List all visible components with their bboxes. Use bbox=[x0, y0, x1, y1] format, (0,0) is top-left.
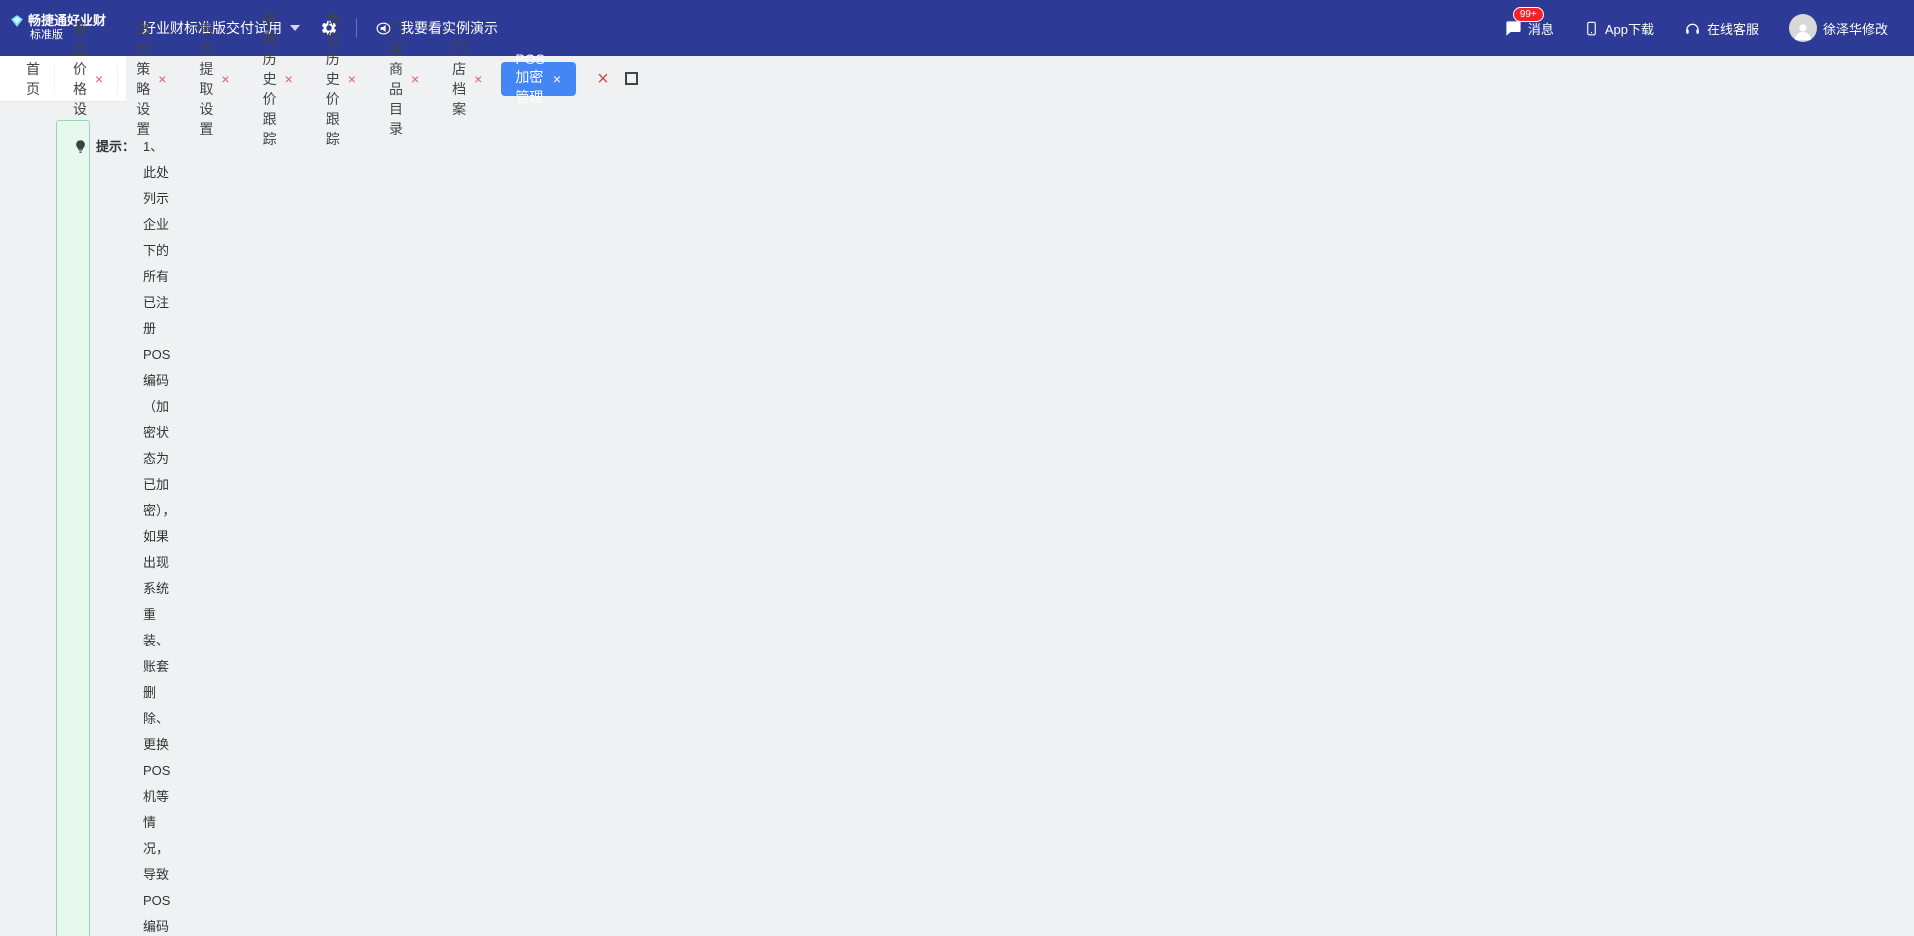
headset-icon bbox=[1684, 20, 1701, 37]
tip-line-1: 1、此处列示企业下的所有已注册POS编码（加密状态为已加密），如果出现系统重装、… bbox=[143, 139, 176, 934]
tab-close-icon[interactable] bbox=[553, 72, 561, 86]
online-service-label: 在线客服 bbox=[1706, 21, 1759, 37]
tab[interactable]: POS加密管理 bbox=[501, 51, 577, 105]
chat-icon bbox=[1505, 20, 1522, 37]
app-download-button[interactable]: App下载 bbox=[1584, 19, 1654, 38]
tab-bar: 首页 商品价格设置 进价策略设置 售价提取设置 bbox=[0, 11, 638, 147]
tab-close-icon[interactable] bbox=[474, 72, 482, 86]
tab-label: 进价策略设置 bbox=[136, 21, 151, 137]
tip-box: 提示： 1、此处列示企业下的所有已注册POS编码（加密状态为已加密），如果出现系… bbox=[56, 120, 176, 936]
diamond-icon bbox=[10, 14, 24, 28]
tab-label: 销售历史价跟踪 bbox=[325, 11, 340, 147]
message-badge: 99+ bbox=[1512, 6, 1544, 22]
fullscreen-icon[interactable] bbox=[624, 72, 638, 85]
brand-edition: 标准版 bbox=[30, 29, 63, 42]
tab[interactable]: 首页 bbox=[12, 61, 55, 97]
user-name: 徐泽华修改 bbox=[1822, 21, 1888, 37]
tab-actions bbox=[578, 56, 656, 101]
tab-close-icon[interactable] bbox=[411, 72, 419, 86]
tab-label: 门店档案 bbox=[452, 41, 467, 117]
tab-label: 门店商品目录 bbox=[388, 21, 403, 137]
tab-label: 首页 bbox=[26, 61, 40, 97]
close-all-tabs-icon[interactable] bbox=[597, 69, 609, 89]
topbar-divider bbox=[356, 18, 357, 38]
online-service-button[interactable]: 在线客服 bbox=[1684, 19, 1759, 38]
app-download-label: App下载 bbox=[1604, 21, 1654, 37]
tab-label: 售价提取设置 bbox=[199, 21, 214, 137]
tab[interactable]: 采购历史价跟踪 bbox=[249, 11, 308, 147]
topbar: 畅捷通好业财 标准版 好业财标准版交付试用 我要看实例演示 99+ 消息 App… bbox=[0, 0, 1914, 56]
content-area: 提示： 1、此处列示企业下的所有已注册POS编码（加密状态为已加密），如果出现系… bbox=[0, 102, 176, 936]
main-area: 首页 商品价格设置 进价策略设置 售价提取设置 bbox=[0, 11, 638, 936]
tab[interactable]: 门店商品目录 bbox=[375, 21, 435, 137]
tab[interactable]: 售价提取设置 bbox=[185, 21, 245, 137]
tab[interactable]: 销售历史价跟踪 bbox=[312, 11, 371, 147]
tab-close-icon[interactable] bbox=[348, 72, 356, 86]
bulb-icon bbox=[73, 139, 88, 154]
tab-label: POS加密管理 bbox=[515, 51, 545, 105]
messages-button[interactable]: 99+ 消息 bbox=[1505, 6, 1554, 38]
tab-close-icon[interactable] bbox=[95, 72, 103, 86]
tab-close-icon[interactable] bbox=[221, 72, 229, 86]
user-menu[interactable]: 徐泽华修改 bbox=[1788, 14, 1888, 42]
tab-label: 采购历史价跟踪 bbox=[262, 11, 277, 147]
app-window: 畅捷通好业财 标准版 好业财标准版交付试用 我要看实例演示 99+ 消息 App… bbox=[0, 0, 1914, 936]
tip-title: 提示： bbox=[96, 139, 136, 154]
chevron-down-icon bbox=[290, 25, 300, 31]
tab-close-icon[interactable] bbox=[285, 72, 293, 86]
tab-close-icon[interactable] bbox=[158, 72, 166, 86]
brand-name: 畅捷通好业财 bbox=[28, 13, 107, 28]
tab[interactable]: 进价策略设置 bbox=[122, 21, 182, 137]
tab[interactable]: 商品价格设置 bbox=[59, 21, 119, 137]
brand-logo: 畅捷通好业财 标准版 bbox=[0, 13, 126, 43]
tab[interactable]: 门店档案 bbox=[438, 41, 498, 117]
avatar bbox=[1788, 14, 1817, 42]
phone-icon bbox=[1584, 20, 1599, 37]
demo-link-label: 我要看实例演示 bbox=[400, 20, 498, 36]
